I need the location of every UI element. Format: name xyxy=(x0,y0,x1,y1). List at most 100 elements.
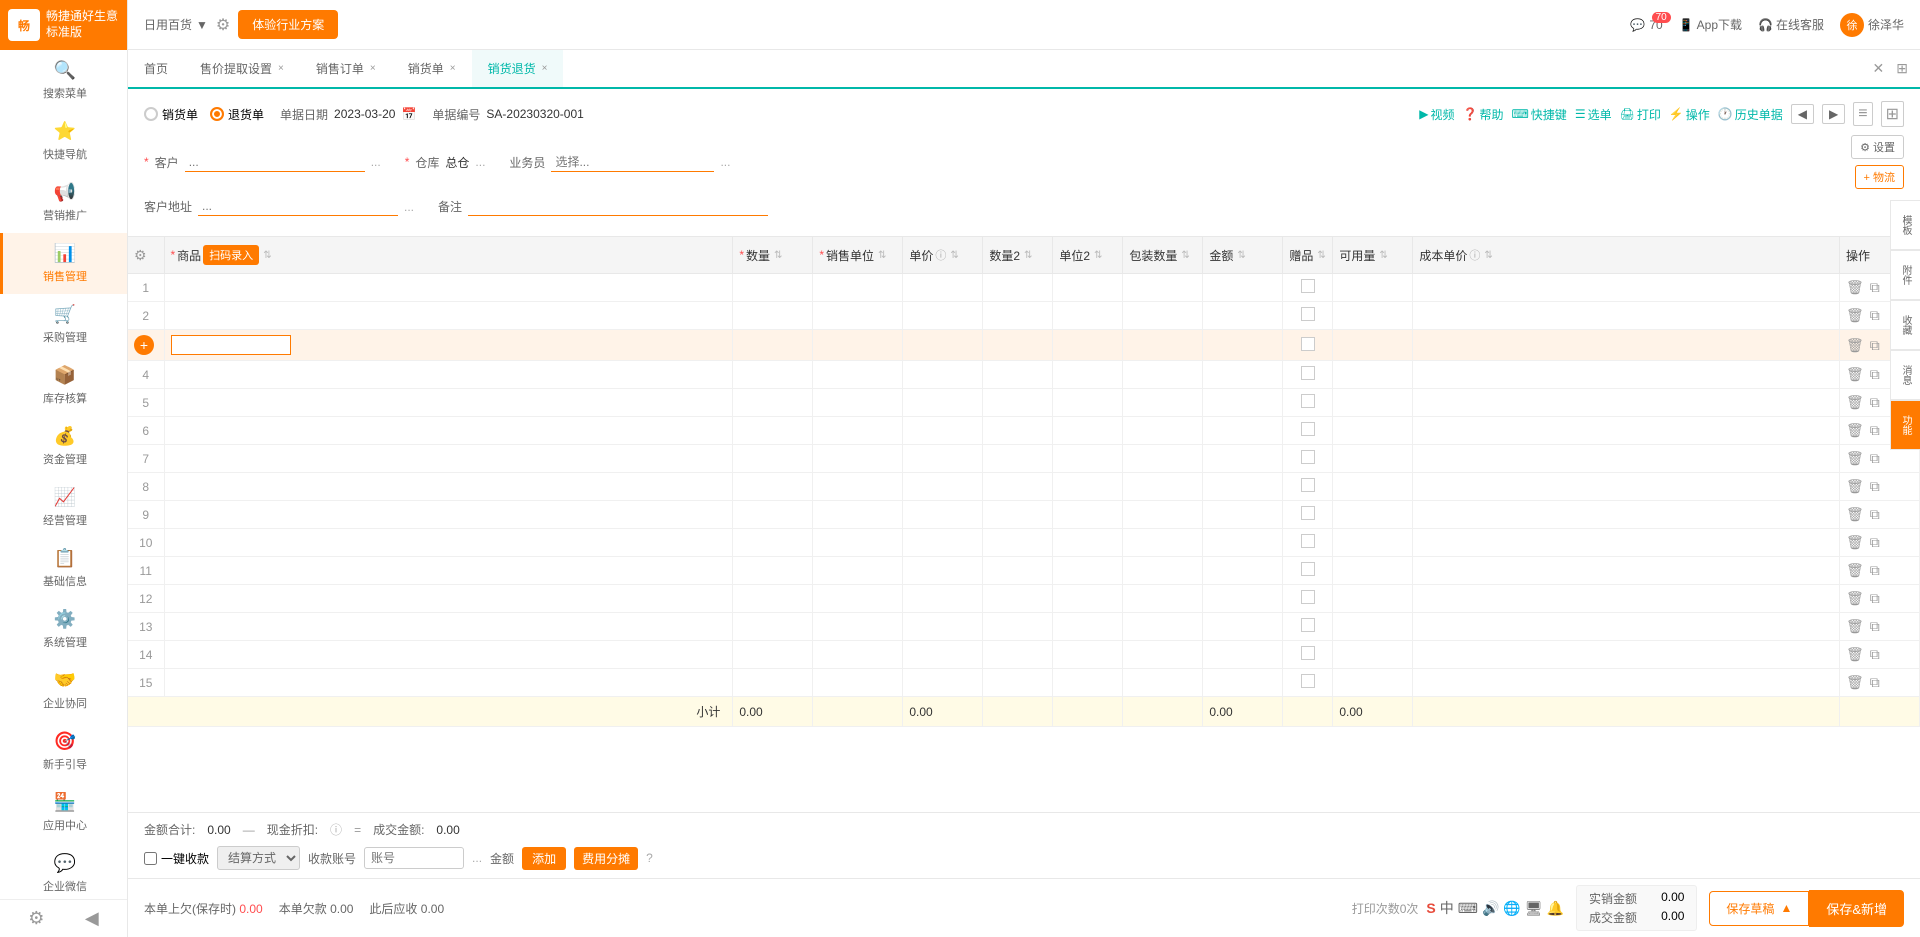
tab-home[interactable]: 首页 xyxy=(128,50,184,89)
price-cell-7[interactable] xyxy=(903,445,983,473)
payment-cb[interactable] xyxy=(144,852,157,865)
available-cell-5[interactable] xyxy=(1333,389,1413,417)
product-cell-11[interactable] xyxy=(164,557,733,585)
sidebar-item-enterprise[interactable]: 🤝企业协同 xyxy=(0,660,127,721)
unit-cell-13[interactable] xyxy=(813,613,903,641)
unit-cell-14[interactable] xyxy=(813,641,903,669)
gift-checkbox-2[interactable] xyxy=(1301,307,1315,321)
gift-cell-12[interactable] xyxy=(1283,585,1333,613)
delete-row-btn-5[interactable]: 🗑 xyxy=(1846,394,1864,411)
gift-checkbox-10[interactable] xyxy=(1301,534,1315,548)
amount-cell-13[interactable] xyxy=(1203,613,1283,641)
pack-qty-cell-3[interactable] xyxy=(1123,330,1203,361)
gift-checkbox-3[interactable] xyxy=(1301,337,1315,351)
avail-sort-icon[interactable]: ⇅ xyxy=(1379,250,1387,261)
view-toggle-grid[interactable]: ⊞ xyxy=(1881,101,1904,127)
amount-cell-12[interactable] xyxy=(1203,585,1283,613)
qty2-sort-icon[interactable]: ⇅ xyxy=(1024,250,1032,261)
type-sale-radio[interactable]: 销货单 xyxy=(144,106,198,123)
pack-qty-cell-10[interactable] xyxy=(1123,529,1203,557)
unit-cell-2[interactable] xyxy=(813,302,903,330)
cost-price-cell-11[interactable] xyxy=(1413,557,1840,585)
qty-cell-1[interactable] xyxy=(733,274,813,302)
qty-cell-6[interactable] xyxy=(733,417,813,445)
gift-checkbox-4[interactable] xyxy=(1301,366,1315,380)
qty-cell-4[interactable] xyxy=(733,361,813,389)
type-return-radio[interactable]: 退货单 xyxy=(210,106,264,123)
tab-close-sales-order[interactable]: × xyxy=(370,63,376,74)
amount-cell-10[interactable] xyxy=(1203,529,1283,557)
copy-row-btn-11[interactable]: ⧉ xyxy=(1870,562,1880,579)
tab-sales-return[interactable]: 销货退货× xyxy=(472,50,564,89)
gift-cell-10[interactable] xyxy=(1283,529,1333,557)
cost-price-cell-9[interactable] xyxy=(1413,501,1840,529)
industry-dropdown[interactable]: 日用百货 ▼ xyxy=(144,16,208,33)
sidebar-settings-icon[interactable]: ⚙ xyxy=(28,908,44,929)
cost-price-cell-15[interactable] xyxy=(1413,669,1840,697)
amount-cell-8[interactable] xyxy=(1203,473,1283,501)
tab-close-all-btn[interactable]: ✕ xyxy=(1869,56,1889,81)
float-btn-message[interactable]: 消息 xyxy=(1890,350,1920,400)
unit2-cell-10[interactable] xyxy=(1053,529,1123,557)
amount-cell-2[interactable] xyxy=(1203,302,1283,330)
product-cell-3[interactable] xyxy=(164,330,733,361)
tab-sales-delivery[interactable]: 销货单× xyxy=(392,50,472,89)
product-cell-6[interactable] xyxy=(164,417,733,445)
cost-price-cell-13[interactable] xyxy=(1413,613,1840,641)
staff-more-btn[interactable]: ... xyxy=(720,155,730,169)
gift-sort-icon[interactable]: ⇅ xyxy=(1317,250,1325,261)
delete-row-btn-1[interactable]: 🗑 xyxy=(1846,279,1864,296)
cost-price-cell-14[interactable] xyxy=(1413,641,1840,669)
unit2-cell-6[interactable] xyxy=(1053,417,1123,445)
add-row-btn[interactable]: + xyxy=(134,335,154,355)
sidebar-bottom[interactable]: ⚙ ◀ xyxy=(0,899,127,937)
unit-cell-9[interactable] xyxy=(813,501,903,529)
delete-row-btn-6[interactable]: 🗑 xyxy=(1846,422,1864,439)
delete-row-btn-4[interactable]: 🗑 xyxy=(1846,366,1864,383)
unit-cell-4[interactable] xyxy=(813,361,903,389)
qty2-cell-6[interactable] xyxy=(983,417,1053,445)
gift-cell-4[interactable] xyxy=(1283,361,1333,389)
pack-qty-cell-7[interactable] xyxy=(1123,445,1203,473)
delete-row-btn-7[interactable]: 🗑 xyxy=(1846,450,1864,467)
sidebar-item-sales[interactable]: 📊销售管理 xyxy=(0,233,127,294)
float-btn-active[interactable]: 功能 xyxy=(1890,400,1920,450)
unit2-cell-4[interactable] xyxy=(1053,361,1123,389)
sidebar-item-system[interactable]: ⚙️系统管理 xyxy=(0,599,127,660)
price-cell-12[interactable] xyxy=(903,585,983,613)
available-cell-4[interactable] xyxy=(1333,361,1413,389)
add-payment-btn[interactable]: 添加 xyxy=(522,847,566,870)
operate-link[interactable]: ⚡ 操作 xyxy=(1669,106,1710,123)
product-cell-4[interactable] xyxy=(164,361,733,389)
fee-help-icon[interactable]: ? xyxy=(646,851,653,865)
delete-row-btn-2[interactable]: 🗑 xyxy=(1846,307,1864,324)
cost-price-cell-2[interactable] xyxy=(1413,302,1840,330)
product-input-3[interactable] xyxy=(171,335,291,355)
address-input[interactable] xyxy=(198,197,398,216)
qty-cell-8[interactable] xyxy=(733,473,813,501)
unit2-cell-5[interactable] xyxy=(1053,389,1123,417)
prev-btn[interactable]: ◀ xyxy=(1791,104,1814,124)
product-cell-12[interactable] xyxy=(164,585,733,613)
cost-sort-icon[interactable]: ⇅ xyxy=(1484,250,1492,261)
gift-cell-11[interactable] xyxy=(1283,557,1333,585)
unit2-cell-15[interactable] xyxy=(1053,669,1123,697)
gift-checkbox-11[interactable] xyxy=(1301,562,1315,576)
available-cell-1[interactable] xyxy=(1333,274,1413,302)
qty-cell-9[interactable] xyxy=(733,501,813,529)
price-cell-5[interactable] xyxy=(903,389,983,417)
address-more-btn[interactable]: ... xyxy=(404,200,414,214)
discount-info-icon[interactable]: ⓘ xyxy=(330,821,342,838)
delete-row-btn-14[interactable]: 🗑 xyxy=(1846,646,1864,663)
copy-row-btn-7[interactable]: ⧉ xyxy=(1870,450,1880,467)
product-cell-15[interactable] xyxy=(164,669,733,697)
available-cell-3[interactable] xyxy=(1333,330,1413,361)
qty2-cell-1[interactable] xyxy=(983,274,1053,302)
qty2-cell-13[interactable] xyxy=(983,613,1053,641)
unit2-cell-3[interactable] xyxy=(1053,330,1123,361)
pack-qty-cell-6[interactable] xyxy=(1123,417,1203,445)
pack-qty-cell-13[interactable] xyxy=(1123,613,1203,641)
calendar-icon[interactable]: 📅 xyxy=(401,107,416,121)
unit-cell-1[interactable] xyxy=(813,274,903,302)
sidebar-item-apps[interactable]: 🏪应用中心 xyxy=(0,782,127,843)
